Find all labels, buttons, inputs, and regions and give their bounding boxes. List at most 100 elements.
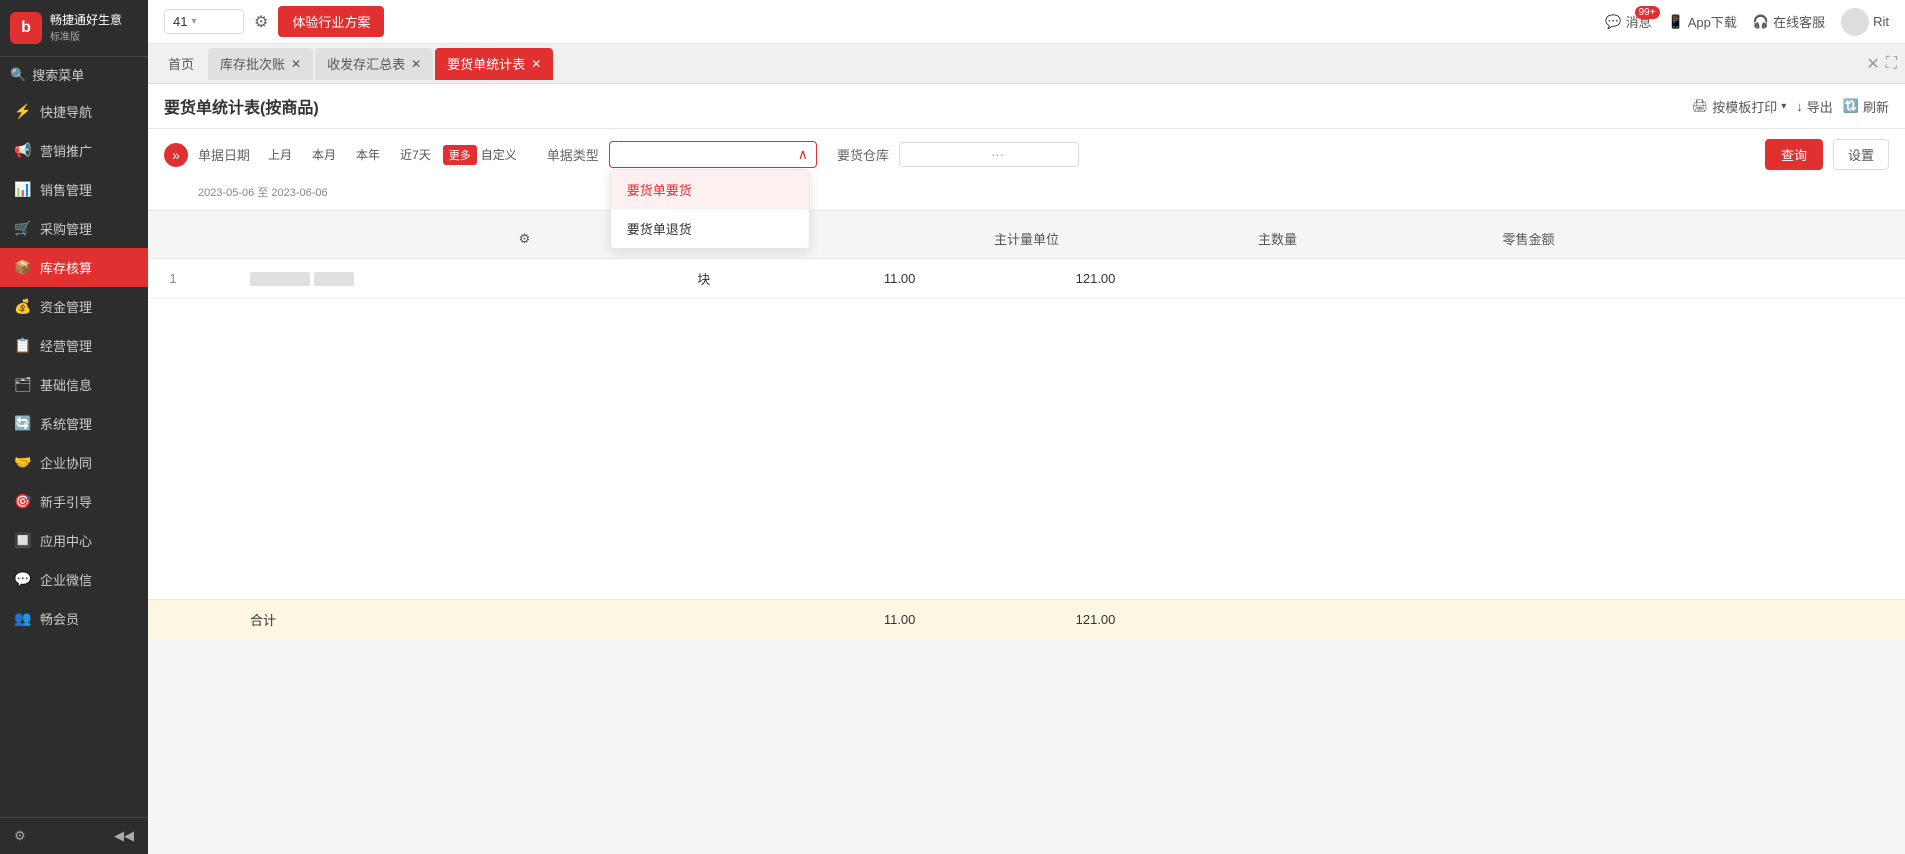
user-name: Rit	[1873, 14, 1889, 29]
search-menu[interactable]: 🔍 搜索菜单	[0, 57, 148, 92]
this-year-btn[interactable]: 本年	[348, 143, 388, 166]
dropdown-item-requisition-return[interactable]: 要货单退货	[611, 209, 809, 248]
tab-requisition-stats[interactable]: 要货单统计表 ✕	[435, 48, 553, 80]
col-num	[148, 229, 399, 249]
tab-home[interactable]: 首页	[156, 48, 206, 80]
more-shortcuts-btn[interactable]: 更多	[443, 145, 477, 165]
sidebar-item-purchase[interactable]: 🛒 采购管理	[0, 209, 148, 248]
tab-inventory-batch[interactable]: 库存批次账 ✕	[208, 48, 313, 80]
footer-rest	[1193, 610, 1905, 630]
filter-expand-btn[interactable]: »	[164, 143, 188, 167]
sidebar-item-system[interactable]: 🔄 系统管理	[0, 404, 148, 443]
settings-column-icon: ⚙	[519, 231, 531, 246]
last-7-btn[interactable]: 近7天	[392, 143, 439, 166]
purchase-icon: 🛒	[14, 220, 32, 237]
search-menu-label: 搜索菜单	[32, 65, 84, 84]
sidebar-item-label: 快捷导航	[40, 102, 134, 121]
collapse-sidebar-btn[interactable]: ◀◀	[114, 828, 134, 844]
sidebar-item-label: 基础信息	[40, 375, 134, 394]
app-center-icon: 🔲	[14, 532, 32, 549]
export-icon: ↓	[1796, 99, 1803, 114]
expand-icon: »	[172, 147, 180, 163]
export-btn[interactable]: ↓ 导出	[1796, 97, 1833, 116]
sidebar-item-wechat[interactable]: 💬 企业微信	[0, 560, 148, 599]
warehouse-label: 要货仓库	[837, 145, 889, 164]
close-tab-inventory-batch[interactable]: ✕	[291, 57, 301, 71]
marketing-icon: 📢	[14, 142, 32, 159]
sidebar-item-label: 应用中心	[40, 531, 134, 550]
sidebar-item-label: 系统管理	[40, 414, 134, 433]
user-account[interactable]: Rit	[1841, 8, 1889, 36]
sidebar-item-label: 营销推广	[40, 141, 134, 160]
close-tab-receive-summary[interactable]: ✕	[411, 57, 421, 71]
main-content: 41 ▾ ⚙ 体验行业方案 💬 消息 99+ 📱 App下载 🎧 在线客服	[148, 0, 1905, 854]
members-icon: 👥	[14, 610, 32, 627]
more-options-icon[interactable]: ···	[991, 147, 1070, 162]
product-block-2	[314, 272, 354, 286]
topbar-gear-icon[interactable]: ⚙	[254, 12, 268, 32]
sidebar-item-guide[interactable]: 🎯 新手引导	[0, 482, 148, 521]
sidebar-item-label: 资金管理	[40, 297, 134, 316]
row-unit: 块	[606, 259, 802, 298]
maximize-btn[interactable]: ⛶	[1886, 55, 1897, 73]
footer-unit	[606, 610, 802, 630]
content-area: 要货单统计表(按商品) 🖨 按模板打印 ▾ ↓ 导出 🔃 刷新	[148, 84, 1905, 854]
app-download-icon: 📱	[1668, 14, 1684, 30]
refresh-label: 刷新	[1863, 97, 1889, 116]
sidebar-item-basic-info[interactable]: 🗂 基础信息	[0, 365, 148, 404]
col-amount: 零售金额	[1403, 219, 1654, 258]
sidebar-footer: ⚙ ◀◀	[0, 817, 148, 854]
sidebar-item-enterprise[interactable]: 🤝 企业协同	[0, 443, 148, 482]
close-all-tabs-btn[interactable]: ✕	[1866, 54, 1879, 74]
close-tab-requisition-stats[interactable]: ✕	[531, 57, 541, 71]
this-month-btn[interactable]: 本月	[304, 143, 344, 166]
industry-btn[interactable]: 体验行业方案	[278, 6, 384, 37]
sidebar-item-operations[interactable]: 📋 经营管理	[0, 326, 148, 365]
sidebar-item-label: 企业微信	[40, 570, 134, 589]
sidebar-item-inventory[interactable]: 📦 库存核算	[0, 248, 148, 287]
custom-date-btn[interactable]: 自定义	[481, 146, 517, 163]
setting-btn[interactable]: 设置	[1833, 139, 1889, 170]
dropdown-item-requisition-order[interactable]: 要货单要货	[611, 170, 809, 209]
sidebar-item-finance[interactable]: 💰 资金管理	[0, 287, 148, 326]
sidebar-item-members[interactable]: 👥 畅会员	[0, 599, 148, 638]
date-label: 单据日期	[198, 145, 250, 164]
col-rest	[1654, 229, 1905, 249]
tabs-bar: 首页 库存批次账 ✕ 收发存汇总表 ✕ 要货单统计表 ✕ ✕ ⛶	[148, 44, 1905, 84]
search-icon: 🔍	[10, 67, 26, 83]
guide-icon: 🎯	[14, 493, 32, 510]
company-select[interactable]: 41 ▾	[164, 9, 244, 34]
tab-receive-summary-label: 收发存汇总表	[327, 54, 405, 73]
warehouse-input-container[interactable]: ···	[899, 142, 1079, 167]
refresh-btn[interactable]: 🔃 刷新	[1843, 97, 1889, 116]
settings-footer-btn[interactable]: ⚙	[14, 828, 26, 844]
app-version: 标准版	[50, 28, 122, 43]
company-select-value: 41	[173, 14, 187, 29]
query-btn[interactable]: 查询	[1765, 139, 1823, 170]
system-icon: 🔄	[14, 415, 32, 432]
table-footer: 合计 11.00 121.00	[148, 599, 1905, 639]
type-input-caret-icon[interactable]: ∧	[798, 146, 808, 163]
headset-icon: 🎧	[1753, 14, 1769, 30]
sidebar-item-marketing[interactable]: 📢 营销推广	[0, 131, 148, 170]
sidebar-item-label: 新手引导	[40, 492, 134, 511]
sidebar-item-quick-nav[interactable]: ⚡ 快捷导航	[0, 92, 148, 131]
print-btn[interactable]: 🖨 按模板打印 ▾	[1692, 97, 1787, 116]
sidebar-item-app-center[interactable]: 🔲 应用中心	[0, 521, 148, 560]
sidebar-item-sales[interactable]: 📊 销售管理	[0, 170, 148, 209]
customer-service-btn[interactable]: 🎧 在线客服	[1753, 12, 1825, 31]
app-name: 畅捷通好生意	[50, 13, 122, 29]
col-unit: 主计量单位	[901, 219, 1152, 258]
date-range-text: 2023-05-06 至 2023-06-06	[198, 184, 328, 200]
messages-btn[interactable]: 💬 消息 99+	[1605, 12, 1651, 31]
sidebar-item-label: 库存核算	[40, 258, 134, 277]
last-month-btn[interactable]: 上月	[260, 143, 300, 166]
tab-receive-summary[interactable]: 收发存汇总表 ✕	[315, 48, 433, 80]
footer-settings	[198, 610, 238, 630]
app-download-btn[interactable]: 📱 App下载	[1668, 12, 1737, 31]
logo: b 畅捷通好生意 标准版	[0, 0, 148, 57]
row-num: 1	[148, 261, 198, 296]
finance-icon: 💰	[14, 298, 32, 315]
type-input-container[interactable]: ∧ 要货单要货 要货单退货	[609, 141, 817, 168]
type-input[interactable]	[618, 147, 798, 162]
